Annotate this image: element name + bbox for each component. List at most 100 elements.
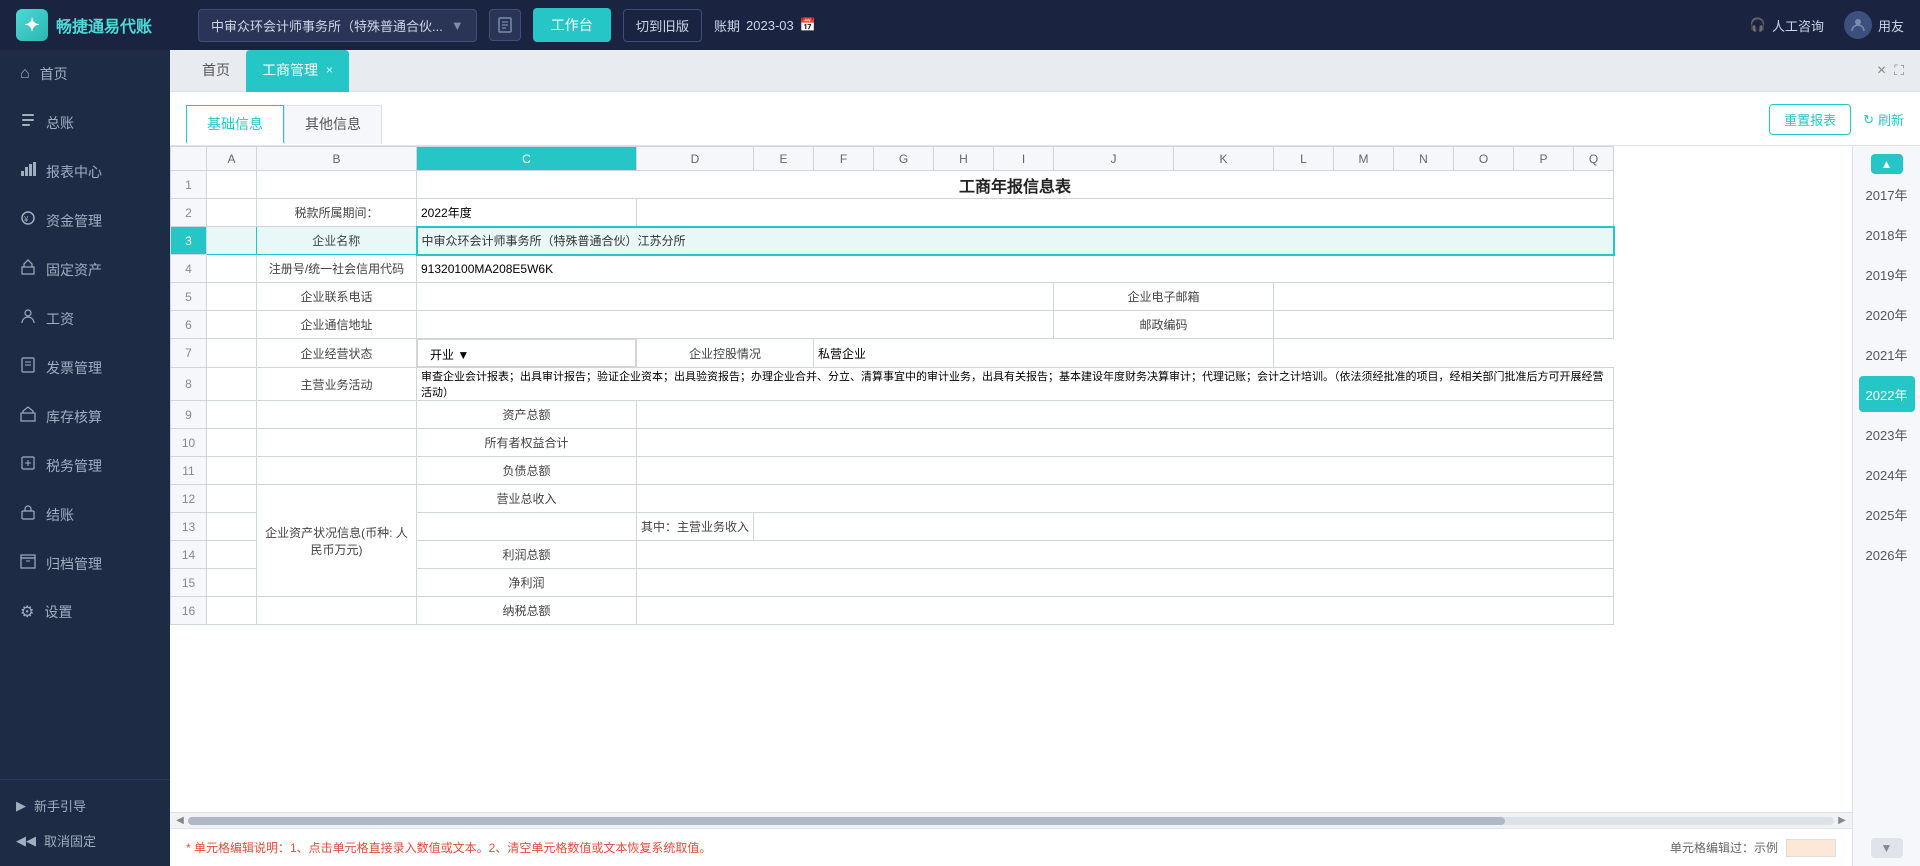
sub-tab-basic[interactable]: 基础信息 [186,105,284,144]
cell-16d[interactable] [637,597,1614,625]
document-icon[interactable] [489,9,521,41]
cell-9b[interactable] [257,401,417,429]
cell-4c[interactable]: 91320100MA208E5W6K [417,255,1614,283]
workbench-button[interactable]: 工作台 [533,8,611,42]
new-guide-label: 新手引导 [34,796,86,815]
sidebar-item-report[interactable]: 报表中心 [0,147,170,196]
year-item-2026[interactable]: 2026年 [1859,536,1915,572]
cell-7k[interactable]: 私营企业 [814,339,1274,368]
cell-3a[interactable] [207,227,257,255]
cell-11b[interactable] [257,457,417,485]
calendar-icon[interactable]: 📅 [800,17,816,33]
cell-6k[interactable] [1274,311,1614,339]
settings-icon: ⚙ [20,602,34,622]
cell-15a[interactable] [207,569,257,597]
tab-expand-icon[interactable]: ⛶ [1894,62,1904,79]
table-row: 12 企业资产状况信息(币种: 人民币万元) 营业总收入 [171,485,1614,513]
col-n-header: N [1394,147,1454,171]
cell-14a[interactable] [207,541,257,569]
cell-1b[interactable] [257,171,417,199]
cell-16b[interactable] [257,597,417,625]
tab-close-icon[interactable]: × [326,63,333,77]
scroll-left-arrow[interactable]: ◀ [172,813,188,829]
cell-8a[interactable] [207,368,257,401]
sidebar-label-invoice: 发票管理 [46,358,102,378]
year-item-2023[interactable]: 2023年 [1859,416,1915,452]
cell-13d: 其中：主营业务收入 [637,513,754,541]
cell-15d[interactable] [637,569,1614,597]
sidebar-item-tax[interactable]: 税务管理 [0,441,170,490]
spreadsheet-wrapper[interactable]: A B C D E F G H I J [170,146,1852,812]
cell-16c: 纳税总额 [417,597,637,625]
panel-down-arrow[interactable]: ▼ [1871,838,1903,858]
cell-13a[interactable] [207,513,257,541]
cell-2a[interactable] [207,199,257,227]
spreadsheet-table: A B C D E F G H I J [170,146,1615,625]
sidebar-item-close[interactable]: 结账 [0,490,170,539]
year-item-2017[interactable]: 2017年 [1859,176,1915,212]
cell-10d[interactable] [637,429,1614,457]
cell-6a[interactable] [207,311,257,339]
cell-12a[interactable] [207,485,257,513]
tab-home[interactable]: 首页 [186,50,246,92]
cell-9a[interactable] [207,401,257,429]
sidebar-item-capital[interactable]: ¥ 资金管理 [0,196,170,245]
scroll-thumb[interactable] [188,817,1505,825]
old-version-button[interactable]: 切到旧版 [623,9,702,42]
new-guide-button[interactable]: ▶ 新手引导 [16,792,154,819]
cell-5c[interactable] [417,283,1054,311]
cell-1a[interactable] [207,171,257,199]
year-item-2021[interactable]: 2021年 [1859,336,1915,372]
sidebar-item-home[interactable]: ⌂ 首页 [0,50,170,98]
sidebar-item-ledger[interactable]: 总账 [0,98,170,147]
cell-11d[interactable] [637,457,1614,485]
cell-12d[interactable] [637,485,1614,513]
year-item-2022[interactable]: 2022年 [1859,376,1915,412]
cell-11a[interactable] [207,457,257,485]
cell-2c[interactable]: 2022年度 [417,199,637,227]
cell-13e[interactable] [754,513,1614,541]
reset-button[interactable]: 重置报表 [1769,104,1851,135]
sub-tab-other[interactable]: 其他信息 [284,105,382,144]
scroll-track[interactable] [188,817,1834,825]
support-button[interactable]: 🎧 人工咨询 [1750,16,1824,35]
cell-14d[interactable] [637,541,1614,569]
cell-13c[interactable] [417,513,637,541]
pin-icon: ◀◀ [16,833,36,849]
user-area[interactable]: 用友 [1844,11,1904,39]
sidebar-item-salary[interactable]: 工资 [0,294,170,343]
year-item-2025[interactable]: 2025年 [1859,496,1915,532]
sidebar-item-inventory[interactable]: 库存核算 [0,392,170,441]
cell-8c[interactable]: 审查企业会计报表；出具审计报告；验证企业资本；出具验资报告；办理企业合并、分立、… [417,368,1614,401]
cell-6c[interactable] [417,311,1054,339]
scroll-right-arrow[interactable]: ▶ [1834,813,1850,829]
cell-16a[interactable] [207,597,257,625]
cell-10b[interactable] [257,429,417,457]
refresh-button[interactable]: ↻ 刷新 [1863,110,1904,129]
cell-7a[interactable] [207,339,257,368]
cell-9d[interactable] [637,401,1614,429]
cancel-pin-button[interactable]: ◀◀ 取消固定 [16,827,154,854]
tab-gongshang[interactable]: 工商管理 × [246,50,349,92]
panel-up-arrow[interactable]: ▲ [1871,154,1903,174]
cancel-pin-label: 取消固定 [44,831,96,850]
cell-5k[interactable] [1274,283,1614,311]
company-selector[interactable]: 中审众环会计师事务所（特殊普通合伙... ▼ [198,9,477,42]
sidebar-item-invoice[interactable]: 发票管理 [0,343,170,392]
tab-close-window-icon[interactable]: × [1877,62,1886,80]
cell-2d[interactable] [637,199,1614,227]
cell-5a[interactable] [207,283,257,311]
sidebar-item-archive[interactable]: 归档管理 [0,539,170,588]
year-item-2020[interactable]: 2020年 [1859,296,1915,332]
cell-10a[interactable] [207,429,257,457]
cell-4a[interactable] [207,255,257,283]
sidebar-item-settings[interactable]: ⚙ 设置 [0,588,170,636]
cell-3c[interactable]: 中审众环会计师事务所（特殊普通合伙）江苏分所 [417,227,1614,255]
horizontal-scrollbar[interactable]: ◀ ▶ [170,812,1852,828]
year-item-2024[interactable]: 2024年 [1859,456,1915,492]
cell-3b: 企业名称 [257,227,417,255]
cell-7c[interactable]: 开业 ▼ [417,339,636,367]
year-item-2019[interactable]: 2019年 [1859,256,1915,292]
sidebar-item-assets[interactable]: 固定资产 [0,245,170,294]
year-item-2018[interactable]: 2018年 [1859,216,1915,252]
